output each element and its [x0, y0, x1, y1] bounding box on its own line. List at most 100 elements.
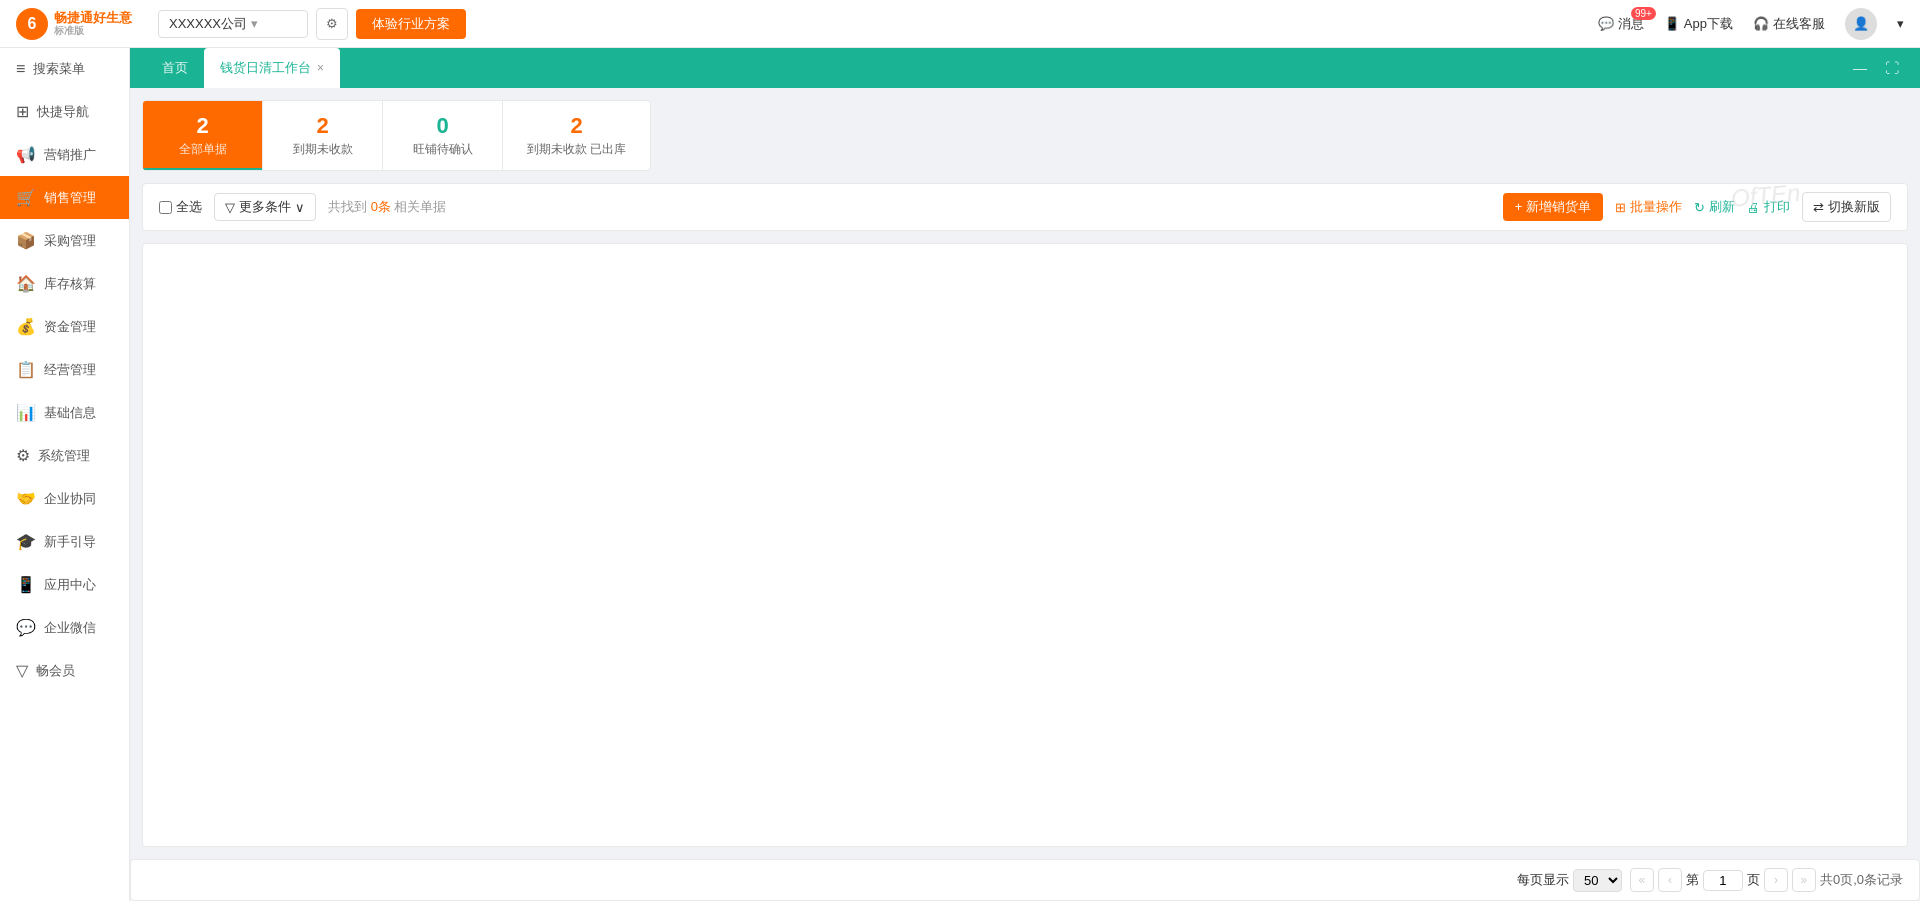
app-download-button[interactable]: 📱 App下载 — [1664, 15, 1733, 33]
finance-icon: 💰 — [16, 317, 36, 336]
batch-operation-button[interactable]: ⊞ 批量操作 — [1615, 198, 1682, 216]
operation-icon: 📋 — [16, 360, 36, 379]
batch-icon: ⊞ — [1615, 200, 1626, 215]
maximize-icon: ⛶ — [1885, 60, 1899, 76]
search-menu-icon: ≡ — [16, 60, 25, 78]
sidebar-item-finance[interactable]: 💰 资金管理 — [0, 305, 129, 348]
page-content: 2 全部单据 2 到期未收款 0 旺铺待确认 2 到期未收款 已出库 — [130, 88, 1920, 859]
refresh-button[interactable]: ↻ 刷新 — [1694, 198, 1735, 216]
page-size-selector: 每页显示 50 — [1517, 869, 1622, 892]
vip-icon: ▽ — [16, 661, 28, 680]
stat-num-pending: 0 — [407, 113, 478, 139]
found-count: 0条 — [371, 199, 391, 214]
stat-tab-overdue[interactable]: 2 到期未收款 — [263, 101, 383, 170]
top-header: 6 畅捷通好生意 标准版 XXXXXX公司 ▾ ⚙ 体验行业方案 💬 消息 99… — [0, 0, 1920, 48]
page-navigation: « ‹ 第 页 › » 共0页,0条记录 — [1630, 868, 1903, 892]
first-page-button[interactable]: « — [1630, 868, 1654, 892]
stat-num-shipped: 2 — [527, 113, 626, 139]
last-page-button[interactable]: » — [1792, 868, 1816, 892]
stat-label-overdue: 到期未收款 — [287, 141, 358, 158]
stat-num-overdue: 2 — [287, 113, 358, 139]
logo-text: 畅捷通好生意 标准版 — [54, 10, 132, 38]
download-icon: 📱 — [1664, 16, 1680, 31]
messages-button[interactable]: 💬 消息 99+ — [1598, 15, 1644, 33]
sidebar-item-inventory[interactable]: 🏠 库存核算 — [0, 262, 129, 305]
stats-tabs: 2 全部单据 2 到期未收款 0 旺铺待确认 2 到期未收款 已出库 — [142, 100, 651, 171]
stat-label-all: 全部单据 — [167, 141, 238, 158]
user-avatar[interactable]: 👤 — [1845, 8, 1877, 40]
tabs-bar: 首页 钱货日清工作台 × — ⛶ — [130, 48, 1920, 88]
filter-icon: ▽ — [225, 200, 235, 215]
sidebar-item-purchase[interactable]: 📦 采购管理 — [0, 219, 129, 262]
company-name: XXXXXX公司 — [169, 15, 247, 33]
stat-tab-all[interactable]: 2 全部单据 — [143, 101, 263, 170]
sidebar: ≡ 搜索菜单 ⊞ 快捷导航 📢 营销推广 🛒 销售管理 📦 采购管理 🏠 库存核… — [0, 48, 130, 901]
wechat-icon: 💬 — [16, 618, 36, 637]
avatar-icon: 👤 — [1853, 16, 1869, 31]
company-selector[interactable]: XXXXXX公司 ▾ — [158, 10, 308, 38]
sidebar-item-sales[interactable]: 🛒 销售管理 — [0, 176, 129, 219]
stat-num-all: 2 — [167, 113, 238, 139]
purchase-icon: 📦 — [16, 231, 36, 250]
newbie-icon: 🎓 — [16, 532, 36, 551]
sidebar-item-wechat[interactable]: 💬 企业微信 — [0, 606, 129, 649]
settings-button[interactable]: ⚙ — [316, 8, 348, 40]
sidebar-item-enterprise[interactable]: 🤝 企业协同 — [0, 477, 129, 520]
page-size-select[interactable]: 50 — [1573, 869, 1622, 892]
tab-minimize-button[interactable]: — — [1848, 56, 1872, 80]
sidebar-item-system[interactable]: ⚙ 系统管理 — [0, 434, 129, 477]
print-button[interactable]: 🖨 打印 — [1747, 198, 1790, 216]
minus-icon: — — [1853, 60, 1867, 76]
sales-icon: 🛒 — [16, 188, 36, 207]
switch-icon: ⇄ — [1813, 200, 1824, 215]
stat-label-shipped: 到期未收款 已出库 — [527, 141, 626, 158]
app-center-icon: 📱 — [16, 575, 36, 594]
trial-button[interactable]: 体验行业方案 — [356, 9, 466, 39]
enterprise-icon: 🤝 — [16, 489, 36, 508]
more-filter-button[interactable]: ▽ 更多条件 ∨ — [214, 193, 316, 221]
online-service-button[interactable]: 🎧 在线客服 — [1753, 15, 1825, 33]
sidebar-item-vip[interactable]: ▽ 畅会员 — [0, 649, 129, 692]
new-sales-order-button[interactable]: + 新增销货单 — [1503, 193, 1603, 221]
page-number-input[interactable] — [1703, 870, 1743, 891]
prev-page-button[interactable]: ‹ — [1658, 868, 1682, 892]
total-records: 共0页,0条记录 — [1820, 871, 1903, 889]
switch-version-button[interactable]: ⇄ 切换新版 — [1802, 192, 1891, 222]
main-layout: ≡ 搜索菜单 ⊞ 快捷导航 📢 营销推广 🛒 销售管理 📦 采购管理 🏠 库存核… — [0, 48, 1920, 901]
system-icon: ⚙ — [16, 446, 30, 465]
found-text: 共找到 0条 相关单据 — [328, 198, 446, 216]
select-all-checkbox[interactable]: 全选 — [159, 198, 202, 216]
sidebar-item-quick-nav[interactable]: ⊞ 快捷导航 — [0, 90, 129, 133]
chevron-down-icon: ∨ — [295, 200, 305, 215]
content-area: 首页 钱货日清工作台 × — ⛶ 2 全部单据 — [130, 48, 1920, 901]
message-icon: 💬 — [1598, 16, 1614, 31]
inventory-icon: 🏠 — [16, 274, 36, 293]
refresh-icon: ↻ — [1694, 200, 1705, 215]
tab-home[interactable]: 首页 — [146, 48, 204, 88]
sidebar-item-marketing[interactable]: 📢 营销推广 — [0, 133, 129, 176]
headset-icon: 🎧 — [1753, 16, 1769, 31]
tab-maximize-button[interactable]: ⛶ — [1880, 56, 1904, 80]
next-page-button[interactable]: › — [1764, 868, 1788, 892]
toolbar: 全选 ▽ 更多条件 ∨ 共找到 0条 相关单据 + 新增销货单 ⊞ 批量操作 — [142, 183, 1908, 231]
tab-close-icon[interactable]: × — [317, 61, 324, 75]
stat-tab-shipped[interactable]: 2 到期未收款 已出库 — [503, 101, 650, 170]
sidebar-item-app-center[interactable]: 📱 应用中心 — [0, 563, 129, 606]
sidebar-item-search-menu[interactable]: ≡ 搜索菜单 — [0, 48, 129, 90]
tab-active[interactable]: 钱货日清工作台 × — [204, 48, 340, 88]
sidebar-item-operation[interactable]: 📋 经营管理 — [0, 348, 129, 391]
marketing-icon: 📢 — [16, 145, 36, 164]
stat-tab-pending[interactable]: 0 旺铺待确认 — [383, 101, 503, 170]
messages-badge: 99+ — [1631, 7, 1656, 20]
pagination-bar: 每页显示 50 « ‹ 第 页 › » 共0页,0条记录 — [130, 859, 1920, 901]
tabs-right-actions: — ⛶ — [1848, 56, 1904, 80]
chevron-down-icon: ▾ — [251, 16, 258, 31]
sidebar-item-basic-info[interactable]: 📊 基础信息 — [0, 391, 129, 434]
sidebar-item-newbie[interactable]: 🎓 新手引导 — [0, 520, 129, 563]
stat-underline — [143, 168, 262, 170]
quick-nav-icon: ⊞ — [16, 102, 29, 121]
select-all-input[interactable] — [159, 201, 172, 214]
data-table — [142, 243, 1908, 847]
user-name[interactable]: ▾ — [1897, 16, 1904, 31]
gear-icon: ⚙ — [326, 16, 338, 31]
